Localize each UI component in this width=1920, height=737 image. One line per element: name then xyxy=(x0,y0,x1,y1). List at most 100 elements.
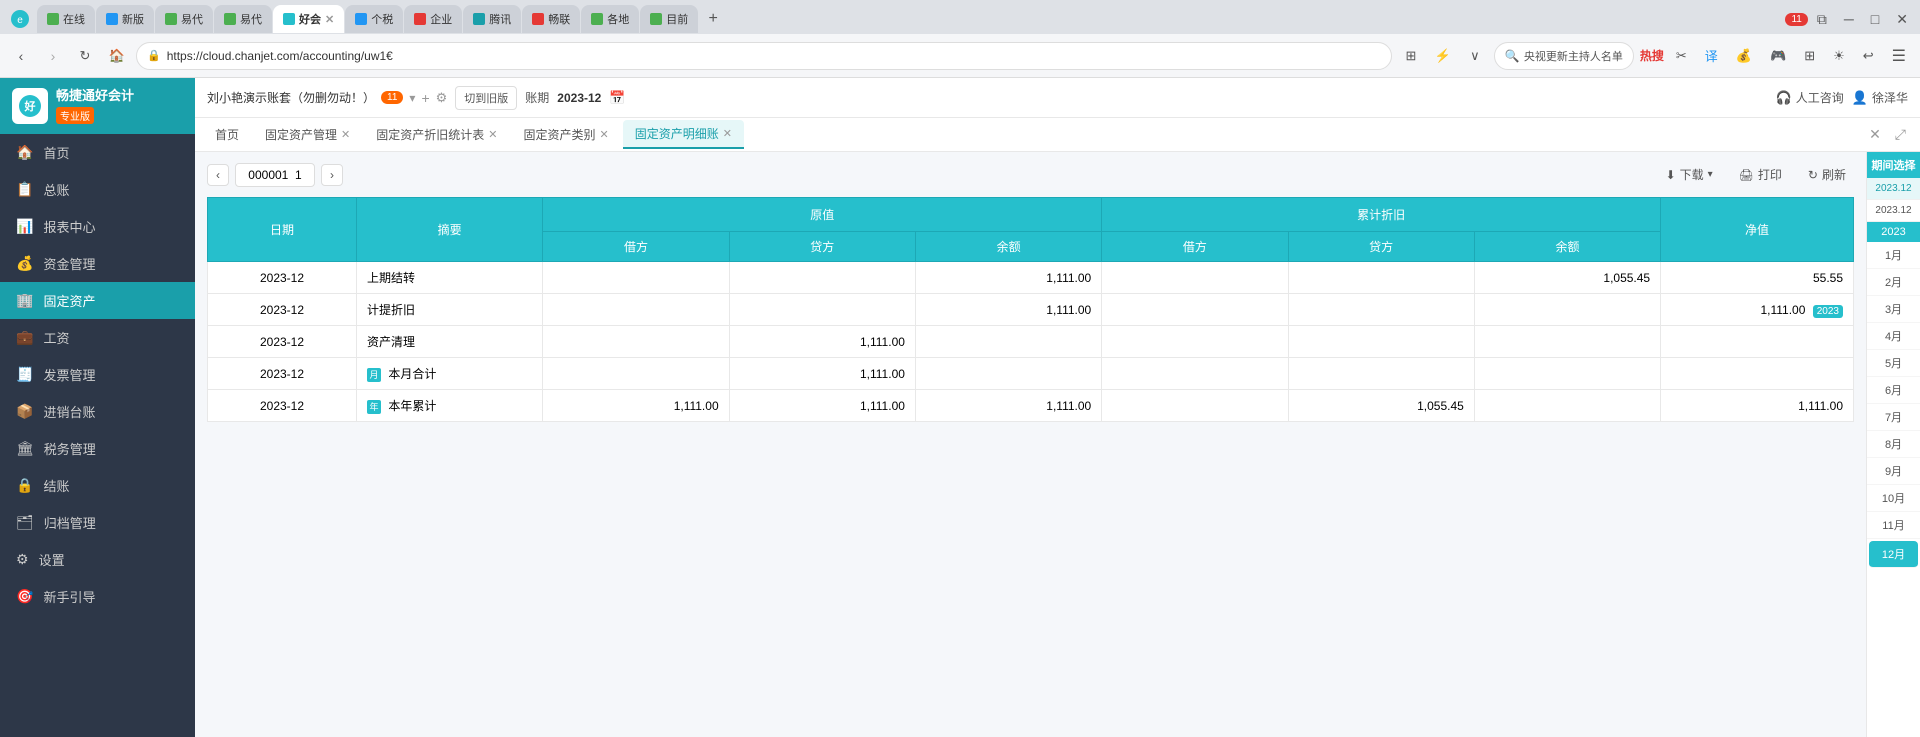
period-month-7[interactable]: 7月 xyxy=(1867,404,1920,431)
period-month-5[interactable]: 5月 xyxy=(1867,350,1920,377)
sidebar-item-capital[interactable]: 💰 资金管理 xyxy=(0,245,195,282)
tab-online-label: 在线 xyxy=(63,11,85,27)
tab-home-label: 首页 xyxy=(215,126,239,143)
fixed-icon: 🏢 xyxy=(16,292,33,309)
content-area: ‹ › ⬇ 下载 ▾ 🖨 打印 xyxy=(195,152,1920,737)
logo-main-text: 畅捷通好会计 xyxy=(56,88,134,105)
period-month-8[interactable]: 8月 xyxy=(1867,431,1920,458)
tab-fixed-depr[interactable]: 固定资产折旧统计表 ✕ xyxy=(364,121,509,148)
browser-tab-geshui[interactable]: 个税 xyxy=(345,5,403,33)
sidebar-item-fixed[interactable]: 🏢 固定资产 xyxy=(0,282,195,319)
menu-icon[interactable]: ☰ xyxy=(1886,44,1912,68)
tab-fixed-detail[interactable]: 固定资产明细账 ✕ xyxy=(623,120,744,149)
period-date-2[interactable]: 2023.12 xyxy=(1867,200,1920,222)
win-restore[interactable]: ⧉ xyxy=(1809,9,1835,30)
period-month-2[interactable]: 2月 xyxy=(1867,269,1920,296)
print-btn[interactable]: 🖨 打印 xyxy=(1731,162,1790,187)
guide-icon: 🎯 xyxy=(16,588,33,605)
page-next-btn[interactable]: › xyxy=(321,164,343,186)
win-close[interactable]: ✕ xyxy=(1888,9,1916,30)
tab-home[interactable]: 首页 xyxy=(203,121,251,148)
tab-bar: e 在线 新版 易代 易代 好会 ✕ 个税 企业 xyxy=(0,0,1920,34)
expand-btn[interactable]: ∨ xyxy=(1462,43,1488,69)
period-month-11[interactable]: 11月 xyxy=(1867,512,1920,539)
support-btn[interactable]: 🎧 人工咨询 xyxy=(1776,89,1844,106)
browser-tab-chang[interactable]: 畅联 xyxy=(522,5,580,33)
scissors-icon[interactable]: ✂ xyxy=(1670,46,1693,66)
browser-tab-qiye[interactable]: 企业 xyxy=(404,5,462,33)
period-month-1[interactable]: 1月 xyxy=(1867,242,1920,269)
sidebar-item-payroll[interactable]: 💼 工资 xyxy=(0,319,195,356)
bonus-icon[interactable]: 💰 xyxy=(1730,46,1758,66)
sidebar-item-settings[interactable]: ⚙ 设置 xyxy=(0,541,195,578)
extensions-btn[interactable]: ⊞ xyxy=(1398,43,1424,69)
game-icon[interactable]: 🎮 xyxy=(1764,46,1792,66)
refresh-btn[interactable]: ↻ 刷新 xyxy=(1800,162,1854,187)
browser-tab-online[interactable]: 在线 xyxy=(37,5,95,33)
tab-add-btn[interactable]: + xyxy=(699,5,727,33)
page-number-input[interactable] xyxy=(235,163,315,187)
period-month-6[interactable]: 6月 xyxy=(1867,377,1920,404)
period-month-12[interactable]: 12月 xyxy=(1869,541,1918,568)
tab-fixed-cat[interactable]: 固定资产类别 ✕ xyxy=(511,121,620,148)
search-box[interactable]: 🔍 央视更新主持人名单 xyxy=(1494,42,1634,70)
nav-home[interactable]: 🏠 xyxy=(104,43,130,69)
tab-fixed-depr-close[interactable]: ✕ xyxy=(488,128,497,141)
tab-fixed-cat-close[interactable]: ✕ xyxy=(600,128,609,141)
sidebar-item-guide[interactable]: 🎯 新手引导 xyxy=(0,578,195,615)
period-month-3[interactable]: 3月 xyxy=(1867,296,1920,323)
cell-date-1: 2023-12 xyxy=(208,294,357,326)
browser-tab-haohui[interactable]: 好会 ✕ xyxy=(273,5,344,33)
sidebar-archive-label: 归档管理 xyxy=(44,513,96,532)
browser-tab-gedi[interactable]: 各地 xyxy=(581,5,639,33)
browser-tab-yidai2[interactable]: 易代 xyxy=(214,5,272,33)
period-date-1[interactable]: 2023.12 xyxy=(1867,178,1920,200)
address-input[interactable]: 🔒 https://cloud.chanjet.com/accounting/u… xyxy=(136,42,1392,70)
sidebar-item-report[interactable]: 📊 报表中心 xyxy=(0,208,195,245)
sun-icon[interactable]: ☀ xyxy=(1827,46,1851,66)
sidebar-home-label: 首页 xyxy=(43,143,69,162)
sidebar-item-archive[interactable]: 🗂 归档管理 xyxy=(0,504,195,541)
sidebar-item-tax[interactable]: 🏛 税务管理 xyxy=(0,430,195,467)
tab-fixed-detail-close[interactable]: ✕ xyxy=(723,127,732,140)
user-info[interactable]: 👤 徐泽华 xyxy=(1852,89,1908,106)
nav-refresh[interactable]: ↻ xyxy=(72,43,98,69)
add-account-btn[interactable]: + xyxy=(421,90,429,106)
page-expand-btn[interactable]: ⤢ xyxy=(1889,124,1912,145)
sidebar-report-label: 报表中心 xyxy=(43,217,95,236)
sidebar-item-ledger[interactable]: 📋 总账 xyxy=(0,171,195,208)
undo-icon[interactable]: ↩ xyxy=(1857,46,1880,66)
translate-icon[interactable]: 译 xyxy=(1699,44,1724,67)
switch-to-old-btn[interactable]: 切到旧版 xyxy=(455,86,517,110)
sidebar-item-invoice[interactable]: 🧾 发票管理 xyxy=(0,356,195,393)
page-prev-btn[interactable]: ‹ xyxy=(207,164,229,186)
sidebar-item-home[interactable]: 🏠 首页 xyxy=(0,134,195,171)
period-month-4[interactable]: 4月 xyxy=(1867,323,1920,350)
grid-icon[interactable]: ⊞ xyxy=(1798,46,1821,66)
sidebar-item-stock[interactable]: 📦 进销台账 xyxy=(0,393,195,430)
nav-forward[interactable]: › xyxy=(40,43,66,69)
cell-net-4: 1,111.00 xyxy=(1661,390,1854,422)
tab-fixed-mgmt-close[interactable]: ✕ xyxy=(341,128,350,141)
tab-haohui-close[interactable]: ✕ xyxy=(325,13,334,26)
dropdown-icon[interactable]: ▾ xyxy=(409,91,415,105)
browser-tab-new[interactable]: 新版 xyxy=(96,5,154,33)
tab-fixed-mgmt[interactable]: 固定资产管理 ✕ xyxy=(253,121,362,148)
browser-tab-tengxun[interactable]: 腾讯 xyxy=(463,5,521,33)
period-month-10[interactable]: 10月 xyxy=(1867,485,1920,512)
cell-orig-credit-1 xyxy=(729,294,915,326)
lightning-btn[interactable]: ⚡ xyxy=(1430,43,1456,69)
download-btn[interactable]: ⬇ 下载 ▾ xyxy=(1658,162,1721,187)
nav-back[interactable]: ‹ xyxy=(8,43,34,69)
browser-tab-yidai1[interactable]: 易代 xyxy=(155,5,213,33)
period-month-9[interactable]: 9月 xyxy=(1867,458,1920,485)
settings-circle-btn[interactable]: ⚙ xyxy=(436,90,448,106)
sidebar-item-closing[interactable]: 🔒 结账 xyxy=(0,467,195,504)
page-collapse-btn[interactable]: ✕ xyxy=(1863,124,1887,145)
browser-tab-muqian[interactable]: 目前 xyxy=(640,5,698,33)
win-maximize[interactable]: □ xyxy=(1863,9,1887,29)
cell-date-3: 2023-12 xyxy=(208,358,357,390)
cell-accum-debit-2 xyxy=(1102,326,1288,358)
calendar-icon[interactable]: 📅 xyxy=(609,90,625,106)
win-minimize[interactable]: ─ xyxy=(1836,9,1862,29)
